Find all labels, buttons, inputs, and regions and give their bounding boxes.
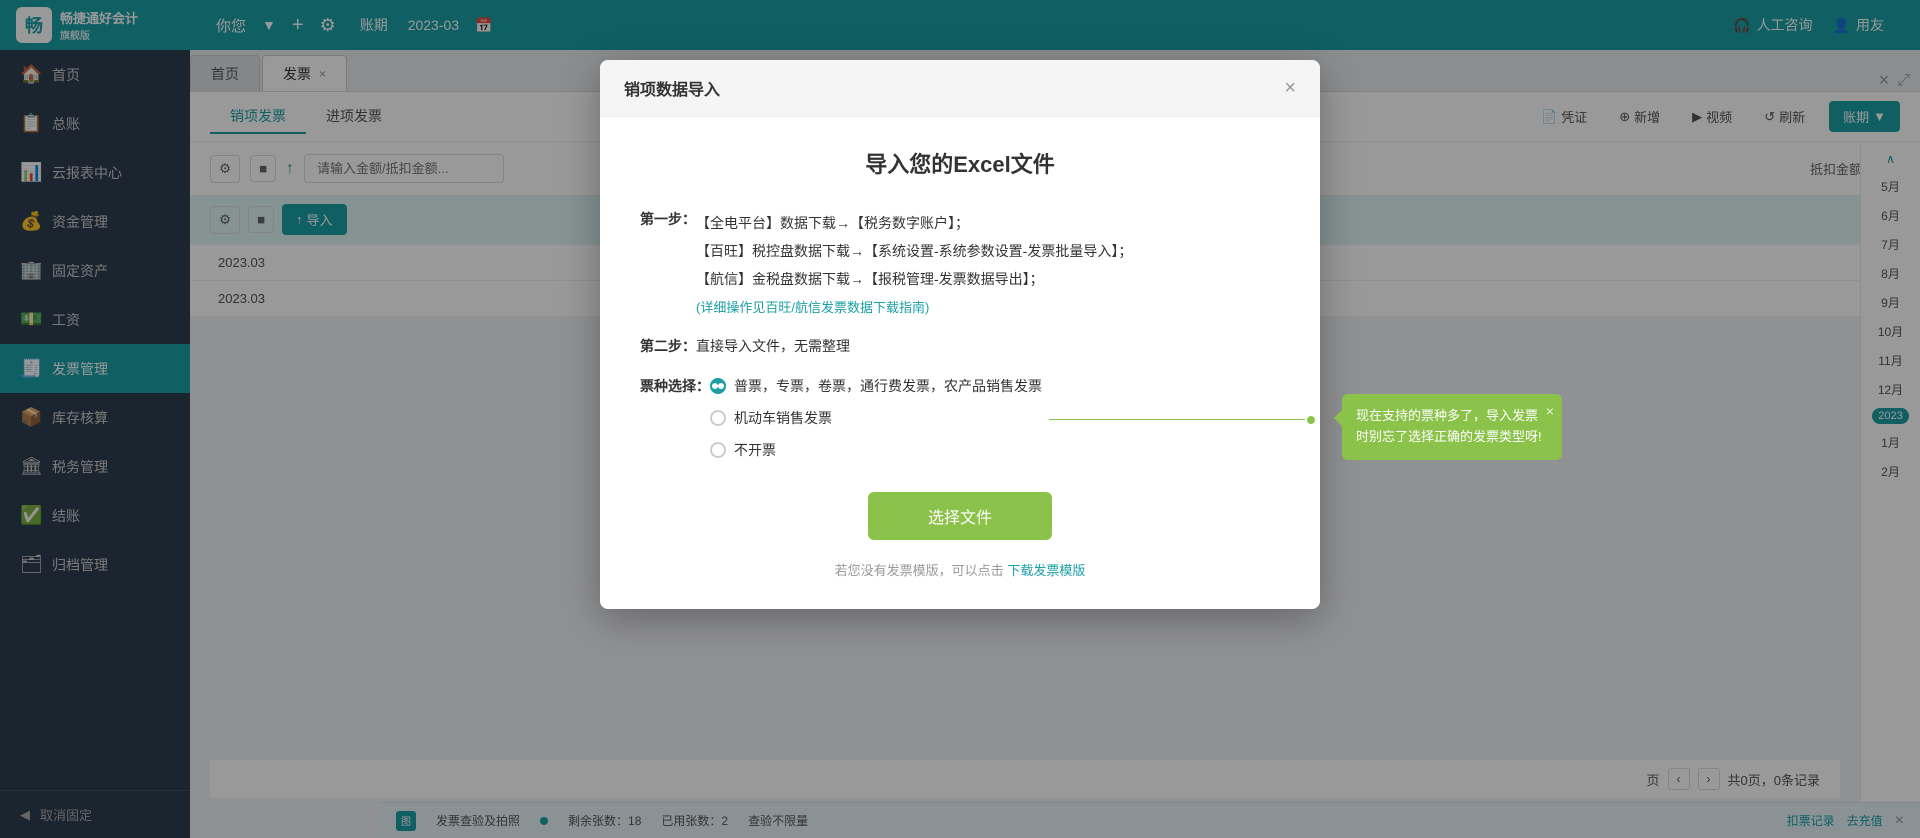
step1-label: 第一步： — [640, 209, 696, 229]
radio-label-2: 机动车销售发票 — [734, 408, 832, 428]
ticket-select-label: 票种选择： — [640, 376, 710, 396]
radio-circle-3 — [710, 442, 726, 458]
tooltip-connector-dot — [1305, 414, 1317, 426]
step1-content: 【全电平台】数据下载→【税务数字账户】； 【百旺】税控盘数据下载→【系统设置-系… — [696, 209, 1132, 316]
step1-section: 第一步： 【全电平台】数据下载→【税务数字账户】； 【百旺】税控盘数据下载→【系… — [640, 209, 1280, 316]
step1-line2: 【百旺】税控盘数据下载→【系统设置-系统参数设置-发票批量导入】； — [696, 237, 1132, 265]
step2-content: 直接导入文件，无需整理 — [696, 336, 850, 356]
radio-option-2[interactable]: 机动车销售发票 — [710, 408, 1042, 428]
download-hint-area: 若您没有发票模版，可以点击 下载发票模版 — [640, 560, 1280, 579]
ticket-select-section: 票种选择： 普票，专票，卷票，通行费发票，农产品销售发票 机动车销售发票 — [640, 376, 1280, 472]
radio-circle-1 — [710, 378, 726, 394]
modal-body: 导入您的Excel文件 第一步： 【全电平台】数据下载→【税务数字账户】； 【百… — [600, 117, 1320, 609]
radio-group: 普票，专票，卷票，通行费发票，农产品销售发票 机动车销售发票 不开票 — [710, 376, 1042, 472]
tooltip-connector-line — [1049, 419, 1317, 420]
step1-line1: 【全电平台】数据下载→【税务数字账户】； — [696, 209, 1132, 237]
select-file-btn[interactable]: 选择文件 — [868, 492, 1052, 540]
step1-link[interactable]: (详细操作见百旺/航信发票数据下载指南) — [696, 297, 1132, 316]
modal-header: 销项数据导入 × — [600, 60, 1320, 117]
radio-option-1[interactable]: 普票，专票，卷票，通行费发票，农产品销售发票 — [710, 376, 1042, 396]
radio-option-3[interactable]: 不开票 — [710, 440, 1042, 460]
import-modal: 销项数据导入 × 导入您的Excel文件 第一步： 【全电平台】数据下载→【税务… — [600, 60, 1320, 609]
tooltip-bubble: × 现在支持的票种多了，导入发票时别忘了选择正确的发票类型呀! — [1342, 394, 1562, 460]
select-file-area: 选择文件 — [640, 492, 1280, 540]
modal-main-title: 导入您的Excel文件 — [640, 147, 1280, 179]
radio-label-3: 不开票 — [734, 440, 776, 460]
modal-title: 销项数据导入 — [624, 76, 720, 100]
tooltip-close-btn[interactable]: × — [1546, 400, 1554, 422]
step2-section: 第二步： 直接导入文件，无需整理 — [640, 336, 1280, 356]
radio-label-1: 普票，专票，卷票，通行费发票，农产品销售发票 — [734, 376, 1042, 396]
download-hint-text: 若您没有发票模版，可以点击 — [835, 563, 1004, 578]
tooltip-text: 现在支持的票种多了，导入发票时别忘了选择正确的发票类型呀! — [1356, 408, 1542, 444]
radio-circle-2 — [710, 410, 726, 426]
step1-line3: 【航信】金税盘数据下载→【报税管理-发票数据导出】； — [696, 265, 1132, 293]
modal-close-btn[interactable]: × — [1284, 77, 1296, 100]
download-template-link[interactable]: 下载发票模版 — [1007, 563, 1085, 578]
step2-label: 第二步： — [640, 336, 696, 356]
